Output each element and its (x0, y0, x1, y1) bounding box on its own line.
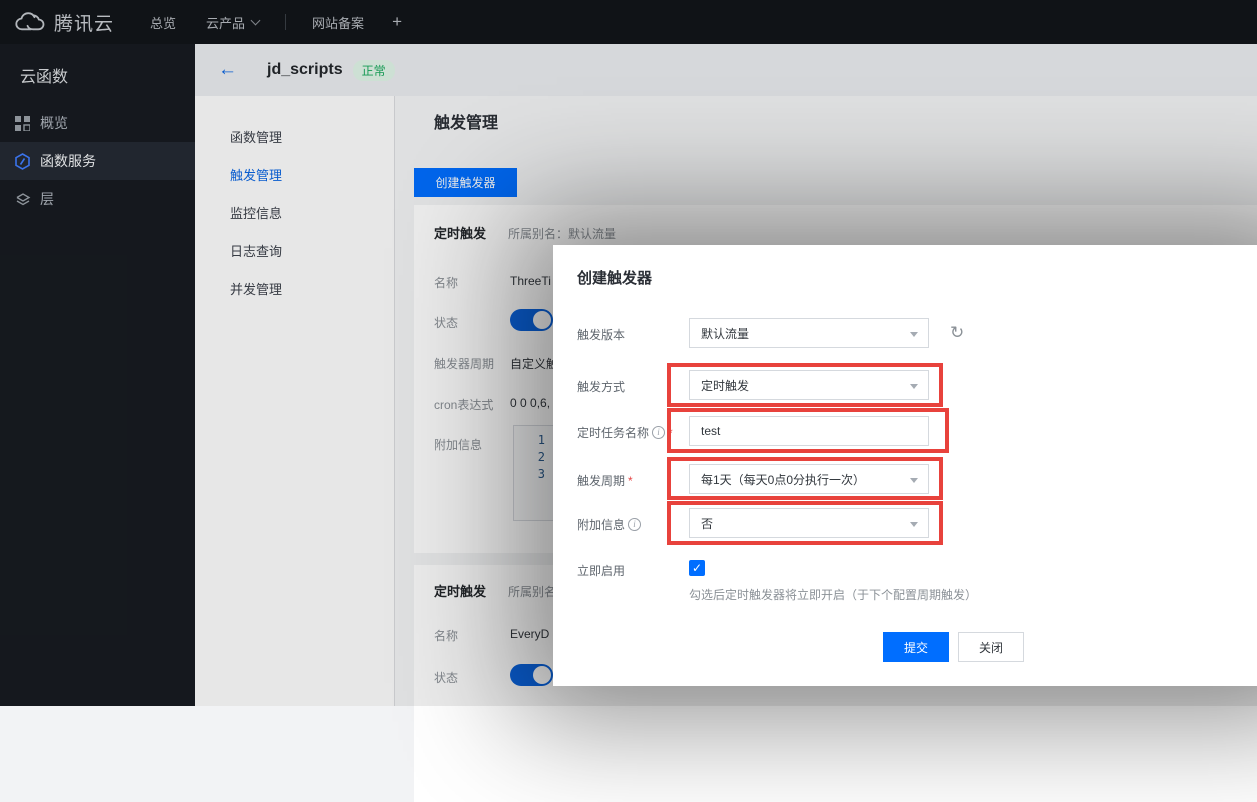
trigger-method-select[interactable]: 定时触发 (689, 370, 929, 400)
submit-button[interactable]: 提交 (883, 632, 949, 662)
task-name-input[interactable]: test (689, 416, 929, 446)
info-icon: i (628, 518, 641, 531)
close-button[interactable]: 关闭 (958, 632, 1024, 662)
extra-info-select[interactable]: 否 (689, 508, 929, 538)
create-trigger-modal: 创建触发器 触发版本 默认流量 ↻ 触发方式 定时触发 定时任务名称 i * t… (553, 245, 1257, 686)
trigger-version-select[interactable]: 默认流量 (689, 318, 929, 348)
modal-title: 创建触发器 (577, 267, 652, 288)
label-trigger-version: 触发版本 (577, 326, 625, 343)
info-icon: i (652, 426, 665, 439)
caret-down-icon (910, 478, 918, 483)
required-asterisk: * (668, 426, 673, 440)
required-asterisk: * (628, 474, 633, 488)
label-task-name: 定时任务名称 i * (577, 424, 673, 441)
label-trigger-method: 触发方式 (577, 378, 625, 395)
label-trigger-period: 触发周期 * (577, 472, 633, 489)
label-extra-info: 附加信息 i (577, 516, 641, 533)
caret-down-icon (910, 332, 918, 337)
enable-now-checkbox[interactable]: ✓ (689, 560, 705, 576)
trigger-period-select[interactable]: 每1天（每天0点0分执行一次） (689, 464, 929, 494)
caret-down-icon (910, 384, 918, 389)
enable-now-hint: 勾选后定时触发器将立即开启（于下个配置周期触发） (689, 586, 977, 603)
caret-down-icon (910, 522, 918, 527)
label-enable-now: 立即启用 (577, 562, 625, 579)
refresh-icon[interactable]: ↻ (950, 323, 964, 343)
check-icon: ✓ (692, 561, 702, 575)
